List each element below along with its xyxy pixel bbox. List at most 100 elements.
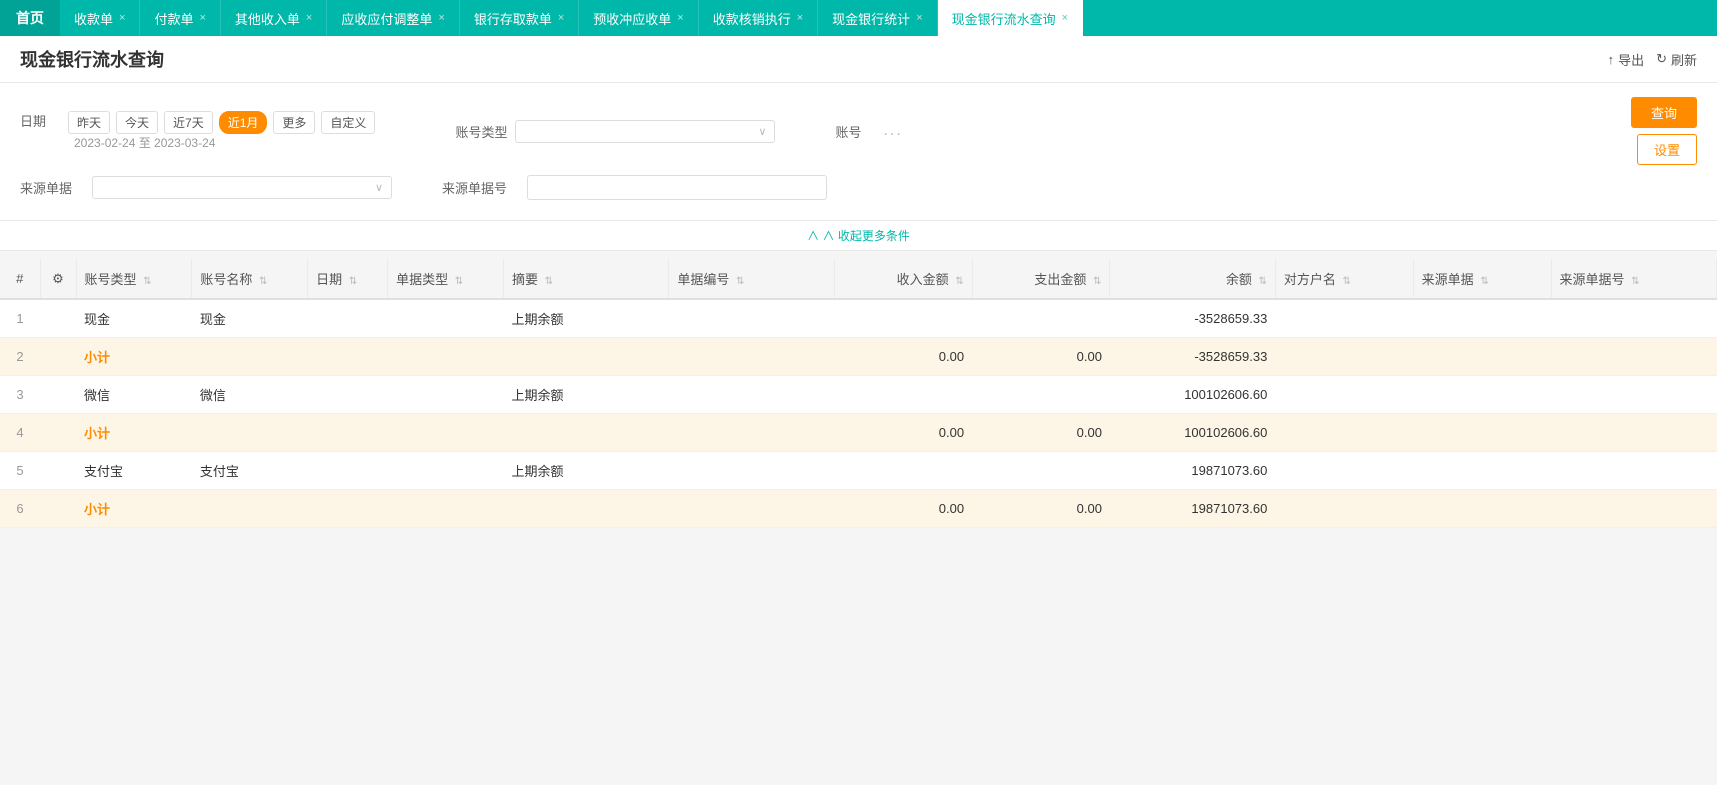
collapse-bar[interactable]: ∧ ∧ 收起更多条件 [0, 221, 1717, 251]
th-account-name[interactable]: 账号名称 ⇅ [192, 259, 308, 299]
cell-account-name: 微信 [192, 376, 308, 414]
nav-tab-cash-bank-flow[interactable]: 现金银行流水查询 × [938, 0, 1083, 36]
nav-tab-ar-ap-adjust[interactable]: 应收应付调整单 × [327, 0, 459, 36]
cell-date [308, 299, 388, 338]
sort-balance-icon: ⇅ [1258, 276, 1266, 287]
close-bank-deposit-icon[interactable]: × [558, 12, 564, 24]
cell-income: 0.00 [834, 490, 972, 528]
cell-gear [40, 490, 76, 528]
cell-income [834, 452, 972, 490]
date-btn-more[interactable]: 更多 [273, 111, 315, 134]
cell-doc-type [388, 414, 504, 452]
date-btn-7days[interactable]: 近7天 [164, 111, 213, 134]
cell-account-type: 小计 [76, 414, 192, 452]
close-cash-flow-icon[interactable]: × [1062, 12, 1068, 24]
close-receipts-icon[interactable]: × [119, 12, 125, 24]
cell-expense: 0.00 [972, 414, 1110, 452]
th-date[interactable]: 日期 ⇅ [308, 259, 388, 299]
nav-tab-other-income[interactable]: 其他收入单 × [221, 0, 327, 36]
nav-tab-receipts[interactable]: 收款单 × [60, 0, 140, 36]
cell-gear [40, 452, 76, 490]
cell-summary: 上期余额 [503, 299, 668, 338]
cell-index: 3 [0, 376, 40, 414]
cell-source-doc-no [1551, 338, 1717, 376]
th-doc-type[interactable]: 单据类型 ⇅ [388, 259, 504, 299]
page-header: 现金银行流水查询 ↑ 导出 ↻ 刷新 [0, 36, 1717, 83]
settings-button[interactable]: 设置 [1637, 134, 1697, 165]
th-income[interactable]: 收入金额 ⇅ [834, 259, 972, 299]
cell-account-name [192, 490, 308, 528]
cell-source-doc-no [1551, 414, 1717, 452]
th-doc-no[interactable]: 单据编号 ⇅ [669, 259, 834, 299]
sort-account-name-icon: ⇅ [259, 276, 267, 287]
close-payments-icon[interactable]: × [199, 12, 205, 24]
filter-row-date: 日期 昨天 今天 近7天 近1月 更多 自定义 2023-02-24 至 202… [20, 97, 1697, 165]
cell-source-doc [1413, 376, 1551, 414]
nav-tab-receipt-verify[interactable]: 收款核销执行 × [699, 0, 818, 36]
cell-expense: 0.00 [972, 338, 1110, 376]
cell-doc-type [388, 452, 504, 490]
source-doc-select[interactable]: ∨ [92, 176, 392, 199]
close-advance-offset-icon[interactable]: × [677, 12, 683, 24]
source-doc-label: 来源单据 [20, 178, 72, 197]
date-btn-1month[interactable]: 近1月 [219, 111, 268, 134]
cell-account-type: 小计 [76, 338, 192, 376]
right-action-group: 查询 设置 [1631, 97, 1697, 165]
cell-expense: 0.00 [972, 490, 1110, 528]
th-expense[interactable]: 支出金额 ⇅ [972, 259, 1110, 299]
cell-doc-type [388, 299, 504, 338]
th-account-type[interactable]: 账号类型 ⇅ [76, 259, 192, 299]
th-source-doc-no[interactable]: 来源单据号 ⇅ [1551, 259, 1717, 299]
th-balance[interactable]: 余额 ⇅ [1110, 259, 1275, 299]
sort-counterpart-icon: ⇅ [1342, 276, 1350, 287]
nav-tab-payments[interactable]: 付款单 × [140, 0, 220, 36]
refresh-button[interactable]: ↻ 刷新 [1656, 50, 1697, 69]
gear-icon[interactable]: ⚙ [52, 271, 64, 286]
cell-source-doc [1413, 452, 1551, 490]
table-row: 4 小计 0.00 0.00 100102606.60 [0, 414, 1717, 452]
th-gear[interactable]: ⚙ [40, 259, 76, 299]
nav-home[interactable]: 首页 [0, 0, 60, 36]
cell-account-type: 微信 [76, 376, 192, 414]
cell-balance: 100102606.60 [1110, 376, 1275, 414]
cell-account-type: 现金 [76, 299, 192, 338]
cell-date [308, 338, 388, 376]
source-doc-no-input[interactable] [527, 175, 827, 200]
date-btn-today[interactable]: 今天 [116, 111, 158, 134]
th-source-doc[interactable]: 来源单据 ⇅ [1413, 259, 1551, 299]
cell-source-doc-no [1551, 490, 1717, 528]
th-summary[interactable]: 摘要 ⇅ [503, 259, 668, 299]
query-button[interactable]: 查询 [1631, 97, 1697, 128]
cell-doc-type [388, 338, 504, 376]
nav-tab-cash-bank-stats[interactable]: 现金银行统计 × [818, 0, 937, 36]
sort-summary-icon: ⇅ [545, 276, 553, 287]
date-btn-custom[interactable]: 自定义 [321, 111, 375, 134]
account-dots[interactable]: ... [883, 122, 902, 140]
cell-doc-no [669, 452, 834, 490]
date-range-display: 2023-02-24 至 2023-03-24 [74, 134, 375, 151]
table-row: 2 小计 0.00 0.00 -3528659.33 [0, 338, 1717, 376]
cell-expense [972, 376, 1110, 414]
cell-counterpart [1275, 490, 1413, 528]
th-counterpart[interactable]: 对方户名 ⇅ [1275, 259, 1413, 299]
nav-tab-advance-offset[interactable]: 预收冲应收单 × [579, 0, 698, 36]
sort-account-type-icon: ⇅ [143, 276, 151, 287]
cell-index: 4 [0, 414, 40, 452]
nav-tab-bank-deposit[interactable]: 银行存取款单 × [460, 0, 579, 36]
export-button[interactable]: ↑ 导出 [1608, 50, 1645, 69]
cell-source-doc [1413, 299, 1551, 338]
close-ar-ap-icon[interactable]: × [438, 12, 444, 24]
cell-source-doc [1413, 414, 1551, 452]
table-header-row: # ⚙ 账号类型 ⇅ 账号名称 ⇅ 日期 ⇅ 单据类型 ⇅ [0, 259, 1717, 299]
date-label: 日期 [20, 111, 60, 130]
close-receipt-verify-icon[interactable]: × [797, 12, 803, 24]
cell-doc-no [669, 338, 834, 376]
close-other-income-icon[interactable]: × [306, 12, 312, 24]
date-buttons: 昨天 今天 近7天 近1月 更多 自定义 [68, 111, 375, 134]
cell-source-doc-no [1551, 452, 1717, 490]
th-index: # [0, 259, 40, 299]
account-type-select[interactable]: ∨ [515, 120, 775, 143]
date-btn-yesterday[interactable]: 昨天 [68, 111, 110, 134]
cell-source-doc-no [1551, 299, 1717, 338]
close-cash-stats-icon[interactable]: × [916, 12, 922, 24]
